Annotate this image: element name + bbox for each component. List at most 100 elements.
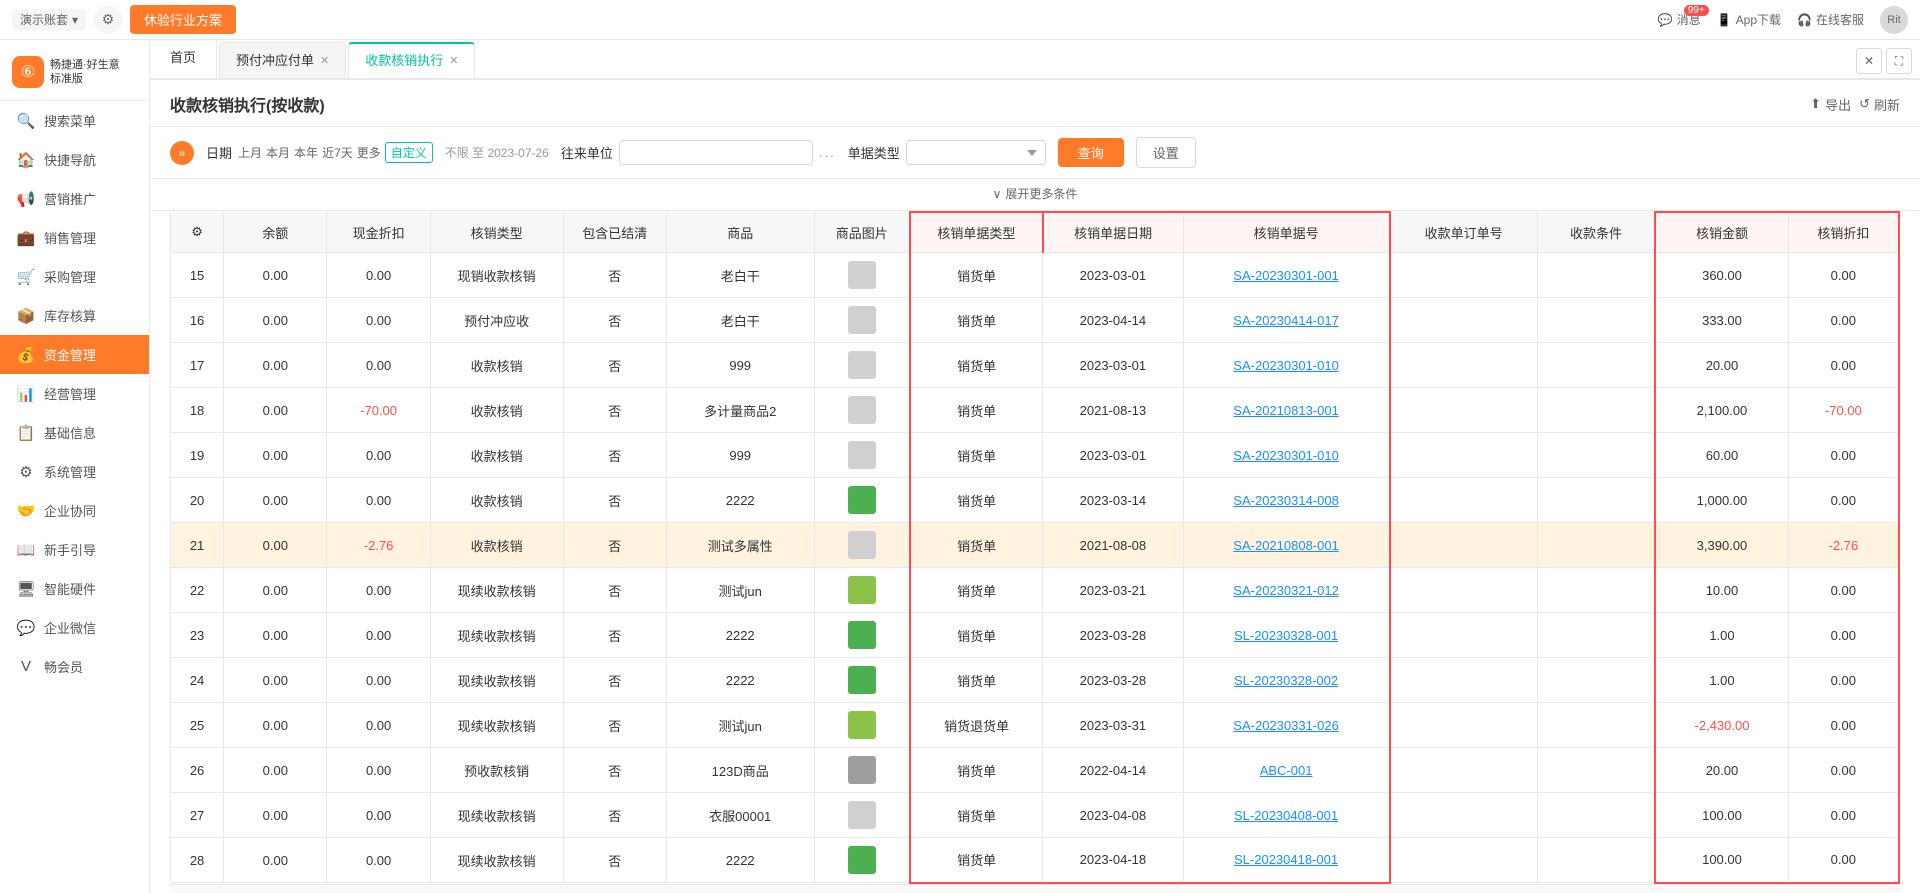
td-bill-no[interactable]: SA-20230314-008 bbox=[1183, 478, 1390, 523]
td-bill-no[interactable]: SA-20230301-010 bbox=[1183, 343, 1390, 388]
td-goods: 测试多属性 bbox=[666, 523, 814, 568]
td-bill-no[interactable]: SL-20230328-002 bbox=[1183, 658, 1390, 703]
setting-button[interactable]: 设置 bbox=[1136, 137, 1196, 168]
table-header-row: ⚙ 余额 现金折扣 核销类型 包含已结清 商品 商品图片 核销单据类型 核销单据… bbox=[171, 212, 1900, 253]
tab-writeoff-close[interactable]: ✕ bbox=[449, 43, 458, 79]
td-included: 否 bbox=[563, 568, 666, 613]
td-pay-condition bbox=[1537, 343, 1655, 388]
td-balance: 0.00 bbox=[224, 703, 327, 748]
search-icon: 🔍 bbox=[16, 112, 36, 130]
table-row: 28 0.00 0.00 现续收款核销 否 2222 销货单 2023-04-1… bbox=[171, 838, 1900, 883]
th-goods-image: 商品图片 bbox=[814, 212, 910, 253]
message-area[interactable]: 💬 消息 99+ bbox=[1658, 11, 1701, 28]
td-bill-no[interactable]: SL-20230418-001 bbox=[1183, 838, 1390, 883]
query-button[interactable]: 查询 bbox=[1058, 138, 1124, 167]
date-option-last-month[interactable]: 上月 bbox=[238, 144, 262, 161]
bill-type-select[interactable] bbox=[906, 140, 1046, 165]
td-bill-no[interactable]: SA-20210808-001 bbox=[1183, 523, 1390, 568]
company-selector[interactable]: 演示账套 ▾ bbox=[12, 9, 86, 30]
expand-filter-button[interactable]: » bbox=[170, 141, 194, 165]
td-no: 27 bbox=[171, 793, 224, 838]
sidebar-item-operation[interactable]: 📊 经营管理 bbox=[0, 374, 149, 413]
td-cash-discount: 0.00 bbox=[327, 478, 430, 523]
td-order-no bbox=[1390, 568, 1538, 613]
close-window-button[interactable]: ✕ bbox=[1856, 48, 1882, 74]
sidebar-item-enterprise[interactable]: 🤝 企业协同 bbox=[0, 491, 149, 530]
finance-icon: 💰 bbox=[16, 346, 36, 364]
td-bill-no[interactable]: SL-20230408-001 bbox=[1183, 793, 1390, 838]
sidebar-item-inventory[interactable]: 📦 库存核算 bbox=[0, 296, 149, 335]
expand-more-button[interactable]: ∨ 展开更多条件 bbox=[993, 185, 1078, 202]
tab-prepay-close[interactable]: ✕ bbox=[320, 43, 329, 79]
td-amount: 100.00 bbox=[1655, 793, 1788, 838]
td-no: 17 bbox=[171, 343, 224, 388]
td-balance: 0.00 bbox=[224, 388, 327, 433]
date-options-group: 上月 本月 本年 近7天 更多 自定义 bbox=[238, 142, 433, 163]
date-option-7days[interactable]: 近7天 bbox=[322, 144, 353, 161]
online-service-area[interactable]: 🎧 在线客服 bbox=[1797, 11, 1864, 28]
sidebar-item-wechat[interactable]: 💬 企业微信 bbox=[0, 608, 149, 647]
td-pay-condition bbox=[1537, 478, 1655, 523]
td-writeoff-type: 现销收款核销 bbox=[430, 253, 563, 298]
td-bill-no[interactable]: SA-20230331-026 bbox=[1183, 703, 1390, 748]
fullscreen-button[interactable]: ⛶ bbox=[1886, 48, 1912, 74]
td-goods-image bbox=[814, 433, 910, 478]
td-writeoff-discount: 0.00 bbox=[1788, 478, 1899, 523]
td-bill-type: 销货单 bbox=[910, 658, 1043, 703]
td-order-no bbox=[1390, 298, 1538, 343]
td-cash-discount: 0.00 bbox=[327, 343, 430, 388]
date-filter-item: 日期 上月 本月 本年 近7天 更多 自定义 bbox=[206, 142, 433, 163]
tab-writeoff[interactable]: 收款核销执行 ✕ bbox=[348, 42, 475, 78]
user-avatar[interactable]: Rit bbox=[1880, 6, 1908, 34]
sidebar-item-shortcut[interactable]: 🏠 快捷导航 bbox=[0, 140, 149, 179]
td-bill-no[interactable]: ABC-001 bbox=[1183, 748, 1390, 793]
td-cash-discount: -70.00 bbox=[327, 388, 430, 433]
td-order-no bbox=[1390, 253, 1538, 298]
tab-prepay[interactable]: 预付冲应付单 ✕ bbox=[219, 42, 346, 78]
chevron-down-icon: ∨ bbox=[993, 187, 1002, 201]
td-order-no bbox=[1390, 793, 1538, 838]
bill-type-filter-label: 单据类型 bbox=[848, 143, 900, 162]
td-bill-type: 销货单 bbox=[910, 748, 1043, 793]
td-writeoff-discount: 0.00 bbox=[1788, 613, 1899, 658]
td-bill-no[interactable]: SA-20230301-010 bbox=[1183, 433, 1390, 478]
sidebar-item-member[interactable]: V 畅会员 bbox=[0, 647, 149, 686]
refresh-button[interactable]: ↺ 刷新 bbox=[1859, 95, 1900, 114]
sidebar-item-basic[interactable]: 📋 基础信息 bbox=[0, 413, 149, 452]
tab-home[interactable]: 首页 bbox=[150, 40, 217, 78]
th-settings[interactable]: ⚙ bbox=[171, 212, 224, 253]
industry-solution-button[interactable]: 休验行业方案 bbox=[130, 5, 236, 34]
sidebar-item-guide[interactable]: 📖 新手引导 bbox=[0, 530, 149, 569]
th-included: 包含已结清 bbox=[563, 212, 666, 253]
td-cash-discount: 0.00 bbox=[327, 568, 430, 613]
sidebar-item-system[interactable]: ⚙ 系统管理 bbox=[0, 452, 149, 491]
td-bill-no[interactable]: SA-20230301-001 bbox=[1183, 253, 1390, 298]
td-writeoff-type: 现续收款核销 bbox=[430, 703, 563, 748]
export-button[interactable]: ⬆ 导出 bbox=[1810, 95, 1851, 114]
td-bill-no[interactable]: SA-20210813-001 bbox=[1183, 388, 1390, 433]
td-balance: 0.00 bbox=[224, 613, 327, 658]
sidebar-item-hardware[interactable]: 🖥 智能硬件 bbox=[0, 569, 149, 608]
td-bill-no[interactable]: SL-20230328-001 bbox=[1183, 613, 1390, 658]
td-bill-date: 2023-04-14 bbox=[1043, 298, 1183, 343]
app-download-area[interactable]: 📱 App下载 bbox=[1717, 11, 1781, 28]
td-writeoff-discount: 0.00 bbox=[1788, 568, 1899, 613]
settings-button[interactable]: ⚙ bbox=[94, 6, 122, 34]
sidebar-item-finance[interactable]: 💰 资金管理 bbox=[0, 335, 149, 374]
date-option-this-year[interactable]: 本年 bbox=[294, 144, 318, 161]
td-bill-no[interactable]: SA-20230321-012 bbox=[1183, 568, 1390, 613]
td-balance: 0.00 bbox=[224, 793, 327, 838]
date-custom-button[interactable]: 自定义 bbox=[385, 142, 433, 163]
party-filter-input[interactable] bbox=[619, 140, 813, 165]
sidebar-item-sales[interactable]: 💼 销售管理 bbox=[0, 218, 149, 257]
td-no: 19 bbox=[171, 433, 224, 478]
date-option-this-month[interactable]: 本月 bbox=[266, 144, 290, 161]
sidebar-item-marketing[interactable]: 📢 营销推广 bbox=[0, 179, 149, 218]
party-filter-label: 往来单位 bbox=[561, 143, 613, 162]
td-writeoff-type: 预付冲应收 bbox=[430, 298, 563, 343]
td-bill-no[interactable]: SA-20230414-017 bbox=[1183, 298, 1390, 343]
td-included: 否 bbox=[563, 658, 666, 703]
sidebar-item-purchase[interactable]: 🛒 采购管理 bbox=[0, 257, 149, 296]
date-option-more[interactable]: 更多 bbox=[357, 144, 381, 161]
sidebar-item-search[interactable]: 🔍 搜索菜单 bbox=[0, 101, 149, 140]
